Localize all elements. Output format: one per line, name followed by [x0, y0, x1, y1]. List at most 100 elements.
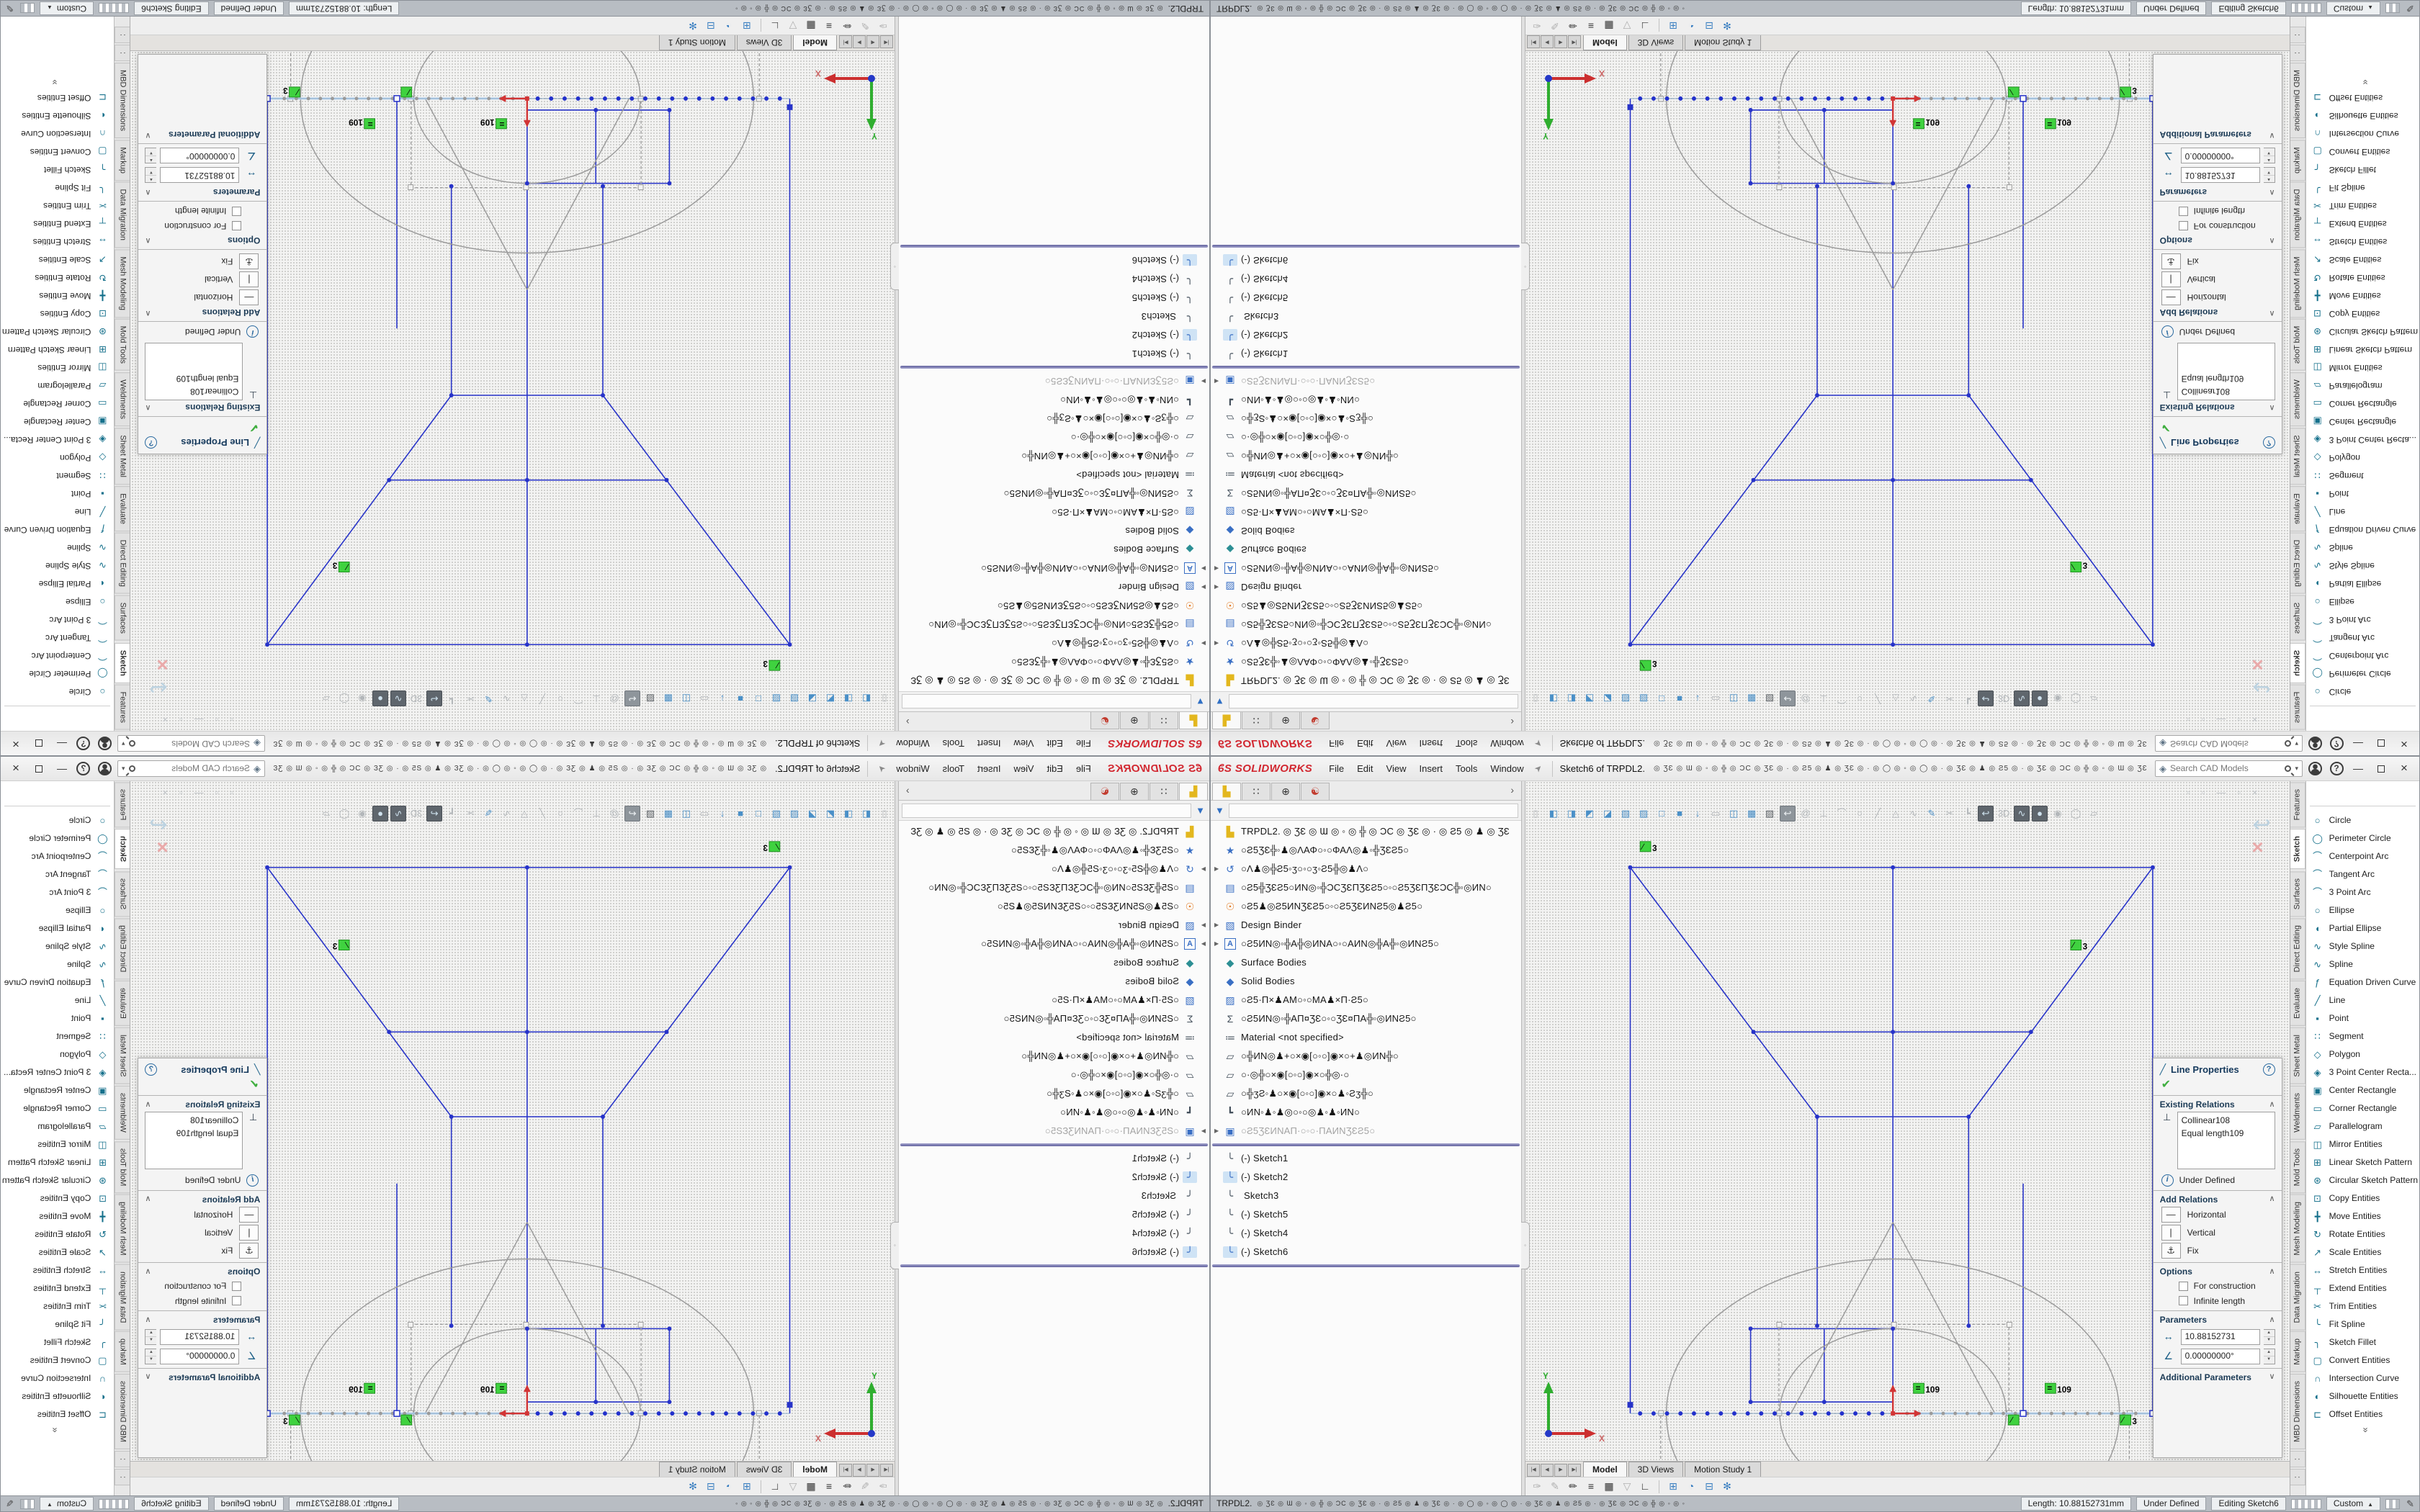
- collapse-icon[interactable]: ∧: [2269, 1194, 2275, 1204]
- command-manager-tab[interactable]: Evaluate: [115, 981, 130, 1026]
- ghost-control-icon[interactable]: —: [2216, 714, 2226, 725]
- toolbar-icon[interactable]: ▨: [1762, 806, 1778, 822]
- toolbar-icon[interactable]: ↩: [1780, 806, 1796, 822]
- sketch-tool-item[interactable]: ┬ Extend Entities: [2306, 1279, 2419, 1297]
- relation-entry[interactable]: Collinear108: [149, 385, 238, 399]
- tab-scroll-button[interactable]: ◀: [1541, 1464, 1554, 1477]
- sketch-tool-item[interactable]: ⌒ Centerpoint Arc: [2306, 847, 2419, 865]
- collapse-icon[interactable]: ∧: [2269, 308, 2275, 318]
- sketch-tool-item[interactable]: ┬ Extend Entities: [2306, 215, 2419, 233]
- bottom-toolbar-icon[interactable]: ✑: [876, 19, 890, 32]
- expand-arrow-icon[interactable]: ▶: [1214, 922, 1223, 929]
- sketch-tree-item[interactable]: ╰ (-) Sketch2: [1211, 1168, 1521, 1187]
- tab-scroll-button[interactable]: |◀: [880, 1464, 893, 1477]
- collapse-icon[interactable]: ∧: [145, 187, 151, 197]
- sketch-tool-item[interactable]: ▣ Center Rectangle: [2306, 1081, 2419, 1099]
- toolbar-icon[interactable]: ▧: [786, 690, 802, 706]
- sketch-tool-item[interactable]: ⌒ 3 Point Arc: [1, 883, 114, 901]
- toolbar-icon[interactable]: 3D: [1996, 690, 2012, 706]
- command-manager-tab[interactable]: MBD Dimensions: [115, 63, 130, 138]
- sketch-tool-item[interactable]: ↻ Rotate Entities: [2306, 1225, 2419, 1243]
- tree-item[interactable]: ◆ Surface Bodies: [1211, 540, 1521, 559]
- toolbar-icon[interactable]: 3D: [408, 806, 424, 822]
- sketch-tool-item[interactable]: ∷ Segment: [1, 467, 114, 485]
- help-icon[interactable]: ?: [2330, 737, 2344, 750]
- sketch-tree-item[interactable]: ╰ (-) Sketch5: [1211, 1205, 1521, 1224]
- feature-manager-tab[interactable]: ☯: [1301, 712, 1330, 729]
- toolbar-icon[interactable]: ⌒: [570, 690, 586, 706]
- tree-item[interactable]: ▶ ▣ ○Ƨ5ƷƐИΝΑΠ·○◦○·ΠΑИΝƷƐƧ5○: [899, 372, 1209, 390]
- tree-item[interactable]: ▶ A ○Ƨ5ИΝ◎◦╬Α╬◎ИΝΑ○◦○ΑИΝ◎╬Α╬◦◎ИΝƧ5○: [1211, 935, 1521, 953]
- bottom-toolbar-icon[interactable]: ✏: [840, 19, 854, 32]
- command-manager-tab[interactable]: Mold Tools: [115, 319, 130, 371]
- collapse-icon[interactable]: ∧: [145, 1194, 151, 1204]
- toolbar-icon[interactable]: ▨: [768, 690, 784, 706]
- sketch-tool-item[interactable]: ⊞ Linear Sketch Pattern: [2306, 1153, 2419, 1171]
- menu-item[interactable]: Tools: [936, 760, 971, 778]
- panel-flyout-arrow-icon[interactable]: ›: [900, 783, 910, 800]
- search-box[interactable]: ◈ Search CAD Models ▾: [2155, 760, 2303, 777]
- pin-icon[interactable]: ➤: [1532, 737, 1544, 750]
- toolbar-icon[interactable]: ▭: [1708, 690, 1724, 706]
- sketch-tool-item[interactable]: ⊛ Circular Sketch Pattern: [1, 1171, 114, 1189]
- command-manager-tab[interactable]: Surfaces: [2290, 595, 2305, 641]
- sketch-tool-item[interactable]: ∷ Segment: [2306, 1027, 2419, 1045]
- toolbar-icon[interactable]: ⊥: [1816, 806, 1832, 822]
- toolbar-icon[interactable]: ✂: [1942, 806, 1958, 822]
- expand-arrow-icon[interactable]: ▶: [1197, 583, 1206, 590]
- command-manager-tab[interactable]: Sheet Metal: [2290, 1027, 2305, 1084]
- tree-item[interactable]: ◆ Surface Bodies: [1211, 953, 1521, 972]
- ok-button[interactable]: ✔: [145, 1078, 259, 1092]
- command-manager-tab[interactable]: MBD Dimensions: [115, 1374, 130, 1449]
- sketch-tool-item[interactable]: ▱ Parallelogram: [1, 1117, 114, 1135]
- sketch-tool-item[interactable]: ○ Ellipse: [1, 593, 114, 611]
- rollback-bar[interactable]: [900, 366, 1208, 369]
- toolbar-icon[interactable]: ▭: [696, 690, 712, 706]
- toolbar-icon[interactable]: ◪: [805, 690, 820, 706]
- graphics-viewport[interactable]: ∕ 3 ∕ 3 =: [1525, 51, 2290, 731]
- feature-manager-tab[interactable]: ▙: [1212, 712, 1241, 729]
- option-row[interactable]: Infinite length: [2179, 1296, 2275, 1306]
- sketch-tool-item[interactable]: ∿ Style Spline: [1, 937, 114, 955]
- command-manager-tab[interactable]: Surfaces: [115, 595, 130, 641]
- document-tab[interactable]: Model: [1583, 1462, 1627, 1477]
- tree-filter-input[interactable]: [1229, 695, 1518, 709]
- command-manager-tab[interactable]: :: [2290, 1451, 2305, 1467]
- tree-item[interactable]: ▙ TRPDL2. ◎ ƷƐ ◎ Ɯ ◎ ◦ ◎ ╬ ◎ ƆC ◎ ƷƐ ◎ ·…: [899, 822, 1209, 841]
- sketch-tool-item[interactable]: ⌒ 3 Point Arc: [1, 611, 114, 629]
- command-manager-tab[interactable]: Mesh Modeling: [115, 249, 130, 318]
- toolbar-icon[interactable]: ◨: [1564, 690, 1579, 706]
- command-manager-tab[interactable]: Weldments: [115, 1086, 130, 1140]
- tab-scroll-button[interactable]: ▶|: [1568, 1464, 1581, 1477]
- collapse-icon[interactable]: ∧: [2269, 1315, 2275, 1325]
- ghost-control-icon[interactable]: ▫: [179, 714, 183, 725]
- sketch-tool-item[interactable]: ╰ Fit Spline: [1, 1315, 114, 1333]
- minimize-button[interactable]: —: [51, 734, 73, 753]
- toolbar-icon[interactable]: ▱: [2086, 806, 2102, 822]
- expand-arrow-icon[interactable]: ▶: [1197, 639, 1206, 647]
- sketch-tool-item[interactable]: ╰ Fit Spline: [1, 179, 114, 197]
- add-relation-button[interactable]: ⚓ Fix: [145, 1243, 259, 1259]
- sketch-tool-item[interactable]: ↗ Scale Entities: [1, 1243, 114, 1261]
- collapse-icon[interactable]: ∧: [2269, 187, 2275, 197]
- bottom-toolbar-icon[interactable]: ∟: [1638, 19, 1652, 32]
- command-manager-tab[interactable]: Data Migration: [2290, 182, 2305, 248]
- command-manager-tab[interactable]: Sketch: [2290, 643, 2305, 683]
- collapse-icon[interactable]: ∧: [2269, 402, 2275, 412]
- bottom-toolbar-icon[interactable]: ✏: [1566, 19, 1580, 32]
- option-row[interactable]: Infinite length: [2179, 206, 2275, 216]
- toolbar-icon[interactable]: @: [1798, 806, 1814, 822]
- sketch-tool-item[interactable]: ⊛ Circular Sketch Pattern: [2306, 1171, 2419, 1189]
- menu-item[interactable]: Insert: [1412, 735, 1449, 752]
- command-manager-tab[interactable]: Data Migration: [115, 182, 130, 248]
- close-button[interactable]: ×: [5, 760, 27, 778]
- ghost-control-icon[interactable]: ×: [2252, 787, 2258, 798]
- menu-item[interactable]: Window: [1484, 760, 1530, 778]
- tree-item[interactable]: ▶ ↺ ○Λ♟◎╬Ƨ5◦ʒ○◦○ʒ◦Ƨ5╬◎♟Λ○: [899, 860, 1209, 878]
- bottom-toolbar-icon[interactable]: ✏: [1566, 1480, 1580, 1493]
- cancel-sketch-icon[interactable]: ×: [156, 837, 168, 858]
- tree-splitter-handle[interactable]: ◦: [1521, 1222, 1530, 1269]
- ghost-control-icon[interactable]: ▫: [215, 787, 219, 798]
- tree-item[interactable]: ▱ ○╬ʒƧ◦♟○×◉[○◦○]◉×○♟◦Ƨʒ╬○: [1211, 1084, 1521, 1103]
- checkbox[interactable]: [232, 1296, 241, 1305]
